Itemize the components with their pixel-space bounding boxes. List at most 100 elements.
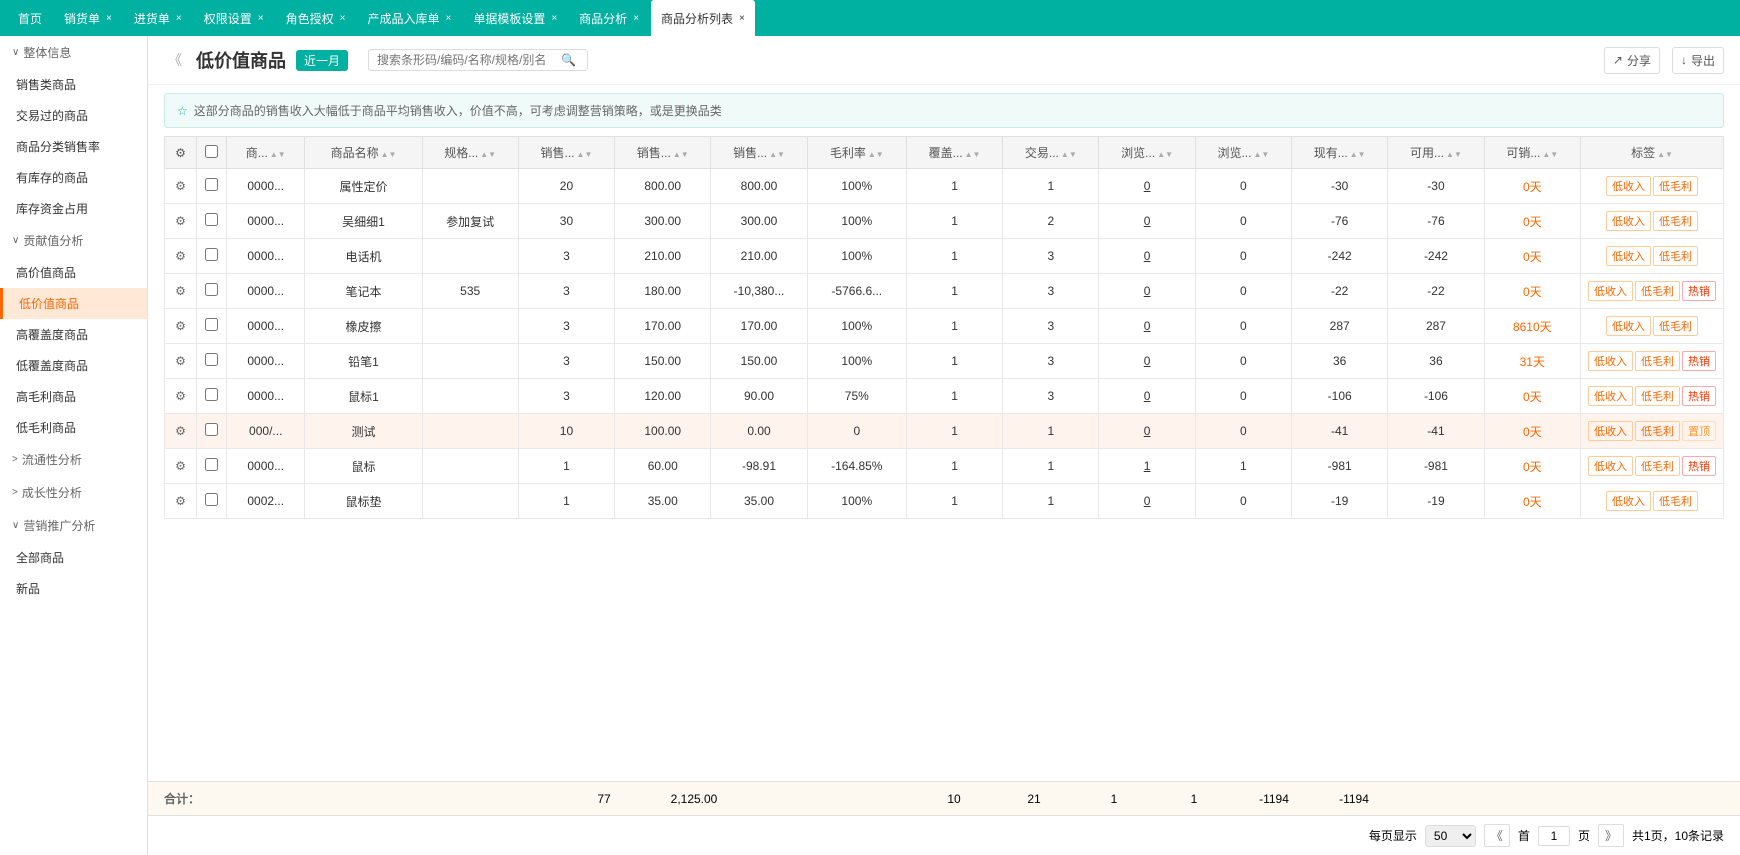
view1-link[interactable]: 1 (1144, 459, 1151, 473)
col-trade[interactable]: 交易...▲▼ (1003, 137, 1099, 169)
col-view2[interactable]: 浏览...▲▼ (1195, 137, 1291, 169)
col-checkbox[interactable] (197, 137, 227, 169)
sidebar-item-sales-goods[interactable]: 销售类商品 (0, 69, 147, 100)
row-view1[interactable]: 0 (1099, 379, 1195, 414)
col-name[interactable]: 商品名称▲▼ (305, 137, 422, 169)
view1-link[interactable]: 0 (1144, 389, 1151, 403)
nav-role[interactable]: 角色授权 × (276, 0, 356, 36)
col-saleable[interactable]: 可销...▲▼ (1484, 137, 1580, 169)
col-code[interactable]: 商...▲▼ (227, 137, 305, 169)
col-margin[interactable]: 毛利率▲▼ (807, 137, 906, 169)
row-settings[interactable]: ⚙ (165, 169, 197, 204)
row-view1[interactable]: 0 (1099, 309, 1195, 344)
sidebar-item-new-goods[interactable]: 新品 (0, 573, 147, 604)
nav-analysis-list-close[interactable]: × (739, 13, 745, 24)
row-select-checkbox[interactable] (205, 178, 218, 191)
col-available[interactable]: 可用...▲▼ (1388, 137, 1484, 169)
nav-role-close[interactable]: × (340, 13, 346, 24)
row-select-checkbox[interactable] (205, 283, 218, 296)
view1-link[interactable]: 0 (1144, 354, 1151, 368)
sidebar-item-stock-goods[interactable]: 有库存的商品 (0, 162, 147, 193)
row-checkbox[interactable] (197, 239, 227, 274)
nav-sales[interactable]: 销货单 × (54, 0, 122, 36)
row-settings[interactable]: ⚙ (165, 239, 197, 274)
row-view1[interactable]: 0 (1099, 204, 1195, 239)
row-settings[interactable]: ⚙ (165, 484, 197, 519)
row-settings[interactable]: ⚙ (165, 309, 197, 344)
row-select-checkbox[interactable] (205, 458, 218, 471)
sidebar-group-overall[interactable]: ∨ 整体信息 (0, 36, 147, 69)
col-sale-amount[interactable]: 销售...▲▼ (615, 137, 711, 169)
nav-analysis[interactable]: 商品分析 × (569, 0, 649, 36)
view1-link[interactable]: 0 (1144, 249, 1151, 263)
row-view1[interactable]: 0 (1099, 274, 1195, 309)
row-checkbox[interactable] (197, 309, 227, 344)
sidebar-group-marketing[interactable]: ∨ 营销推广分析 (0, 509, 147, 542)
row-select-checkbox[interactable] (205, 423, 218, 436)
row-view1[interactable]: 0 (1099, 344, 1195, 379)
row-view1[interactable]: 1 (1099, 449, 1195, 484)
row-select-checkbox[interactable] (205, 353, 218, 366)
row-select-checkbox[interactable] (205, 213, 218, 226)
select-all-checkbox[interactable] (205, 145, 218, 158)
sidebar-item-high-coverage[interactable]: 高覆盖度商品 (0, 319, 147, 350)
export-button[interactable]: ↓ 导出 (1672, 47, 1724, 74)
row-checkbox[interactable] (197, 414, 227, 449)
row-checkbox[interactable] (197, 484, 227, 519)
row-checkbox[interactable] (197, 204, 227, 239)
row-select-checkbox[interactable] (205, 493, 218, 506)
row-view1[interactable]: 0 (1099, 414, 1195, 449)
last-page-btn[interactable]: 》 (1598, 824, 1624, 847)
nav-warehouse-close[interactable]: × (445, 13, 451, 24)
view1-link[interactable]: 0 (1144, 424, 1151, 438)
sidebar-item-high-margin[interactable]: 高毛利商品 (0, 381, 147, 412)
sidebar-item-category-rate[interactable]: 商品分类销售率 (0, 131, 147, 162)
col-tags[interactable]: 标签▲▼ (1581, 137, 1724, 169)
sidebar-item-low-margin[interactable]: 低毛利商品 (0, 412, 147, 443)
row-settings[interactable]: ⚙ (165, 344, 197, 379)
page-size-select[interactable]: 50 100 (1425, 825, 1476, 847)
search-input[interactable] (377, 53, 557, 67)
row-settings[interactable]: ⚙ (165, 274, 197, 309)
view1-link[interactable]: 0 (1144, 319, 1151, 333)
row-checkbox[interactable] (197, 379, 227, 414)
nav-warehouse[interactable]: 产成品入库单 × (357, 0, 461, 36)
view1-link[interactable]: 0 (1144, 214, 1151, 228)
sidebar-group-contribution[interactable]: ∨ 贡献值分析 (0, 224, 147, 257)
col-sale-qty[interactable]: 销售...▲▼ (518, 137, 614, 169)
row-checkbox[interactable] (197, 169, 227, 204)
col-view1[interactable]: 浏览...▲▼ (1099, 137, 1195, 169)
nav-template[interactable]: 单据模板设置 × (463, 0, 567, 36)
nav-analysis-close[interactable]: × (633, 13, 639, 24)
sidebar-item-low-coverage[interactable]: 低覆盖度商品 (0, 350, 147, 381)
row-settings[interactable]: ⚙ (165, 204, 197, 239)
row-select-checkbox[interactable] (205, 388, 218, 401)
search-icon[interactable]: 🔍 (561, 53, 576, 67)
col-current[interactable]: 现有...▲▼ (1292, 137, 1388, 169)
nav-permission[interactable]: 权限设置 × (194, 0, 274, 36)
nav-template-close[interactable]: × (551, 13, 557, 24)
row-view1[interactable]: 0 (1099, 169, 1195, 204)
view1-link[interactable]: 0 (1144, 494, 1151, 508)
nav-permission-close[interactable]: × (258, 13, 264, 24)
col-coverage[interactable]: 覆盖...▲▼ (906, 137, 1002, 169)
sidebar-group-growth[interactable]: > 成长性分析 (0, 476, 147, 509)
col-sale-profit[interactable]: 销售...▲▼ (711, 137, 807, 169)
row-select-checkbox[interactable] (205, 248, 218, 261)
row-checkbox[interactable] (197, 274, 227, 309)
page-number-input[interactable] (1538, 826, 1570, 846)
sidebar-item-all-goods[interactable]: 全部商品 (0, 542, 147, 573)
col-spec[interactable]: 规格...▲▼ (422, 137, 518, 169)
share-button[interactable]: ↗ 分享 (1604, 47, 1660, 74)
first-page-btn[interactable]: 《 (1484, 824, 1510, 847)
nav-purchase-close[interactable]: × (176, 13, 182, 24)
nav-purchase[interactable]: 进货单 × (124, 0, 192, 36)
row-settings[interactable]: ⚙ (165, 449, 197, 484)
sidebar-item-traded-goods[interactable]: 交易过的商品 (0, 100, 147, 131)
row-select-checkbox[interactable] (205, 318, 218, 331)
sidebar-item-high-value[interactable]: 高价值商品 (0, 257, 147, 288)
view1-link[interactable]: 0 (1144, 179, 1151, 193)
sidebar-item-low-value[interactable]: 低价值商品 (0, 288, 147, 319)
row-checkbox[interactable] (197, 344, 227, 379)
col-settings[interactable]: ⚙ (165, 137, 197, 169)
